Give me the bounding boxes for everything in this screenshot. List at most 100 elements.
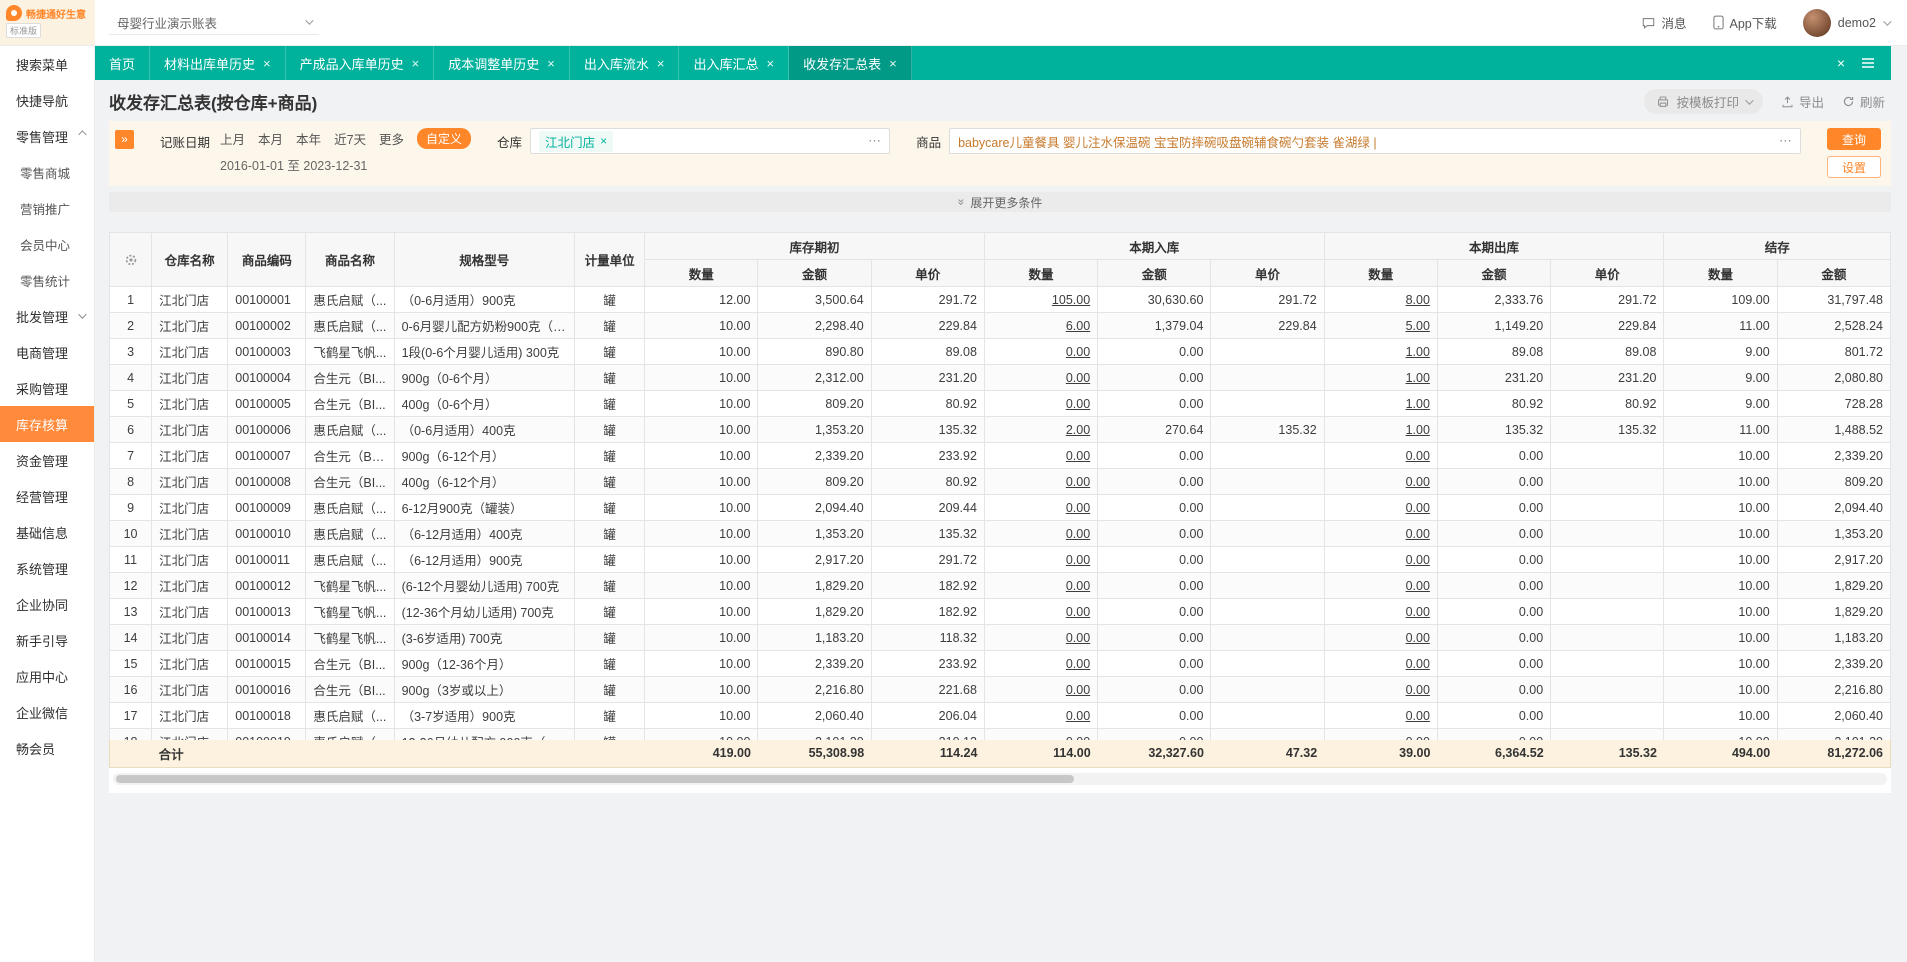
cell-in-qty[interactable]: 0.00	[983, 650, 1099, 677]
settings-button[interactable]: 设置	[1827, 156, 1881, 178]
tab[interactable]: 材料出库单历史 ×	[150, 46, 286, 80]
sidebar-item[interactable]: 零售商城	[0, 154, 94, 190]
tab-close-icon[interactable]: ×	[547, 57, 555, 70]
warehouse-more-icon[interactable]: ⋯	[868, 133, 881, 149]
tab-close-icon[interactable]: ×	[263, 57, 271, 70]
cell-out-qty[interactable]: 0.00	[1323, 442, 1438, 469]
cell-out-qty[interactable]: 0.00	[1323, 494, 1438, 521]
user-menu[interactable]: demo2	[1802, 8, 1892, 37]
date-range-link[interactable]: 上月	[220, 129, 245, 148]
date-range-link[interactable]: 本月	[258, 129, 283, 148]
tab-close-icon[interactable]: ×	[766, 57, 774, 70]
cell-in-qty[interactable]: 0.00	[983, 702, 1099, 729]
sidebar-item[interactable]: 营销推广	[0, 190, 94, 226]
col-header-unit[interactable]: 计量单位	[573, 232, 646, 287]
tab[interactable]: 出入库流水 ×	[570, 46, 680, 80]
tab[interactable]: 首页	[95, 46, 151, 80]
cell-out-qty[interactable]: 0.00	[1323, 598, 1438, 625]
export-button[interactable]: 导出	[1781, 92, 1824, 111]
sidebar-item[interactable]: 采购管理	[0, 370, 94, 406]
cell-out-qty[interactable]: 5.00	[1323, 312, 1438, 339]
col-header-out-amt[interactable]: 金额	[1436, 259, 1552, 287]
sidebar-item[interactable]: 经营管理	[0, 478, 94, 514]
cell-out-qty[interactable]: 0.00	[1323, 468, 1438, 495]
warehouse-filter-input[interactable]: 江北门店 × ⋯	[530, 128, 891, 154]
sidebar-item[interactable]: 资金管理	[0, 442, 94, 478]
cell-in-qty[interactable]: 2.00	[983, 416, 1099, 443]
tab[interactable]: 出入库汇总 ×	[679, 46, 790, 80]
sidebar-item[interactable]: 应用中心	[0, 658, 94, 694]
col-header-warehouse[interactable]: 仓库名称	[151, 232, 229, 287]
sidebar-item[interactable]: 零售统计	[0, 262, 94, 298]
horizontal-scrollbar[interactable]	[113, 772, 1887, 785]
sidebar-item[interactable]: 系统管理	[0, 550, 94, 586]
col-header-in-price[interactable]: 单价	[1210, 259, 1325, 287]
cell-in-qty[interactable]: 0.00	[983, 728, 1099, 740]
product-more-icon[interactable]: ⋯	[1779, 133, 1792, 149]
expand-more-conditions[interactable]: » 展开更多条件	[109, 192, 1891, 212]
custom-range-badge[interactable]: 自定义	[417, 128, 472, 149]
sidebar-item[interactable]: 电商管理	[0, 334, 94, 370]
sidebar-item[interactable]: 批发管理	[0, 298, 94, 334]
col-header-begin-qty[interactable]: 数量	[644, 259, 759, 287]
sidebar-item[interactable]: 畅会员	[0, 730, 94, 766]
cell-out-qty[interactable]: 0.00	[1323, 676, 1438, 703]
date-range-value[interactable]: 2016-01-01 至 2023-12-31	[220, 155, 471, 174]
sidebar-item[interactable]: 库存核算	[0, 406, 94, 442]
tab-close-icon[interactable]: ×	[657, 57, 665, 70]
tab[interactable]: 成本调整单历史 ×	[434, 46, 570, 80]
sidebar-item[interactable]: 新手引导	[0, 622, 94, 658]
col-header-spec[interactable]: 规格型号	[393, 232, 576, 287]
col-header-in-qty[interactable]: 数量	[983, 259, 1099, 287]
col-header-end-qty[interactable]: 数量	[1663, 259, 1778, 287]
col-header-in-amt[interactable]: 金额	[1097, 259, 1212, 287]
cell-in-qty[interactable]: 105.00	[983, 286, 1099, 313]
tab-close-icon[interactable]: ×	[412, 57, 420, 70]
print-by-template-button[interactable]: 按模板打印	[1644, 89, 1763, 114]
cell-out-qty[interactable]: 1.00	[1323, 390, 1438, 417]
remove-warehouse-tag-icon[interactable]: ×	[600, 134, 607, 148]
cell-out-qty[interactable]: 0.00	[1323, 572, 1438, 599]
cell-in-qty[interactable]: 0.00	[983, 520, 1099, 547]
col-header-end-amt[interactable]: 金额	[1776, 259, 1891, 287]
scrollbar-thumb[interactable]	[116, 774, 1074, 783]
cell-in-qty[interactable]: 0.00	[983, 494, 1099, 521]
cell-out-qty[interactable]: 1.00	[1323, 364, 1438, 391]
query-button[interactable]: 查询	[1827, 128, 1881, 150]
cell-in-qty[interactable]: 0.00	[983, 572, 1099, 599]
column-settings-icon[interactable]	[124, 253, 138, 267]
sidebar-item[interactable]: 搜索菜单	[0, 46, 94, 82]
tab[interactable]: 产成品入库单历史 ×	[286, 46, 435, 80]
refresh-button[interactable]: 刷新	[1842, 92, 1885, 111]
cell-out-qty[interactable]: 0.00	[1323, 702, 1438, 729]
collapse-filter-button[interactable]: »	[115, 130, 134, 149]
sidebar-item[interactable]: 会员中心	[0, 226, 94, 262]
col-header-out-qty[interactable]: 数量	[1323, 259, 1438, 287]
cell-in-qty[interactable]: 0.00	[983, 442, 1099, 469]
cell-out-qty[interactable]: 0.00	[1323, 624, 1438, 651]
date-range-link[interactable]: 更多	[379, 129, 404, 148]
brand[interactable]: 畅捷通好生意 标准版	[0, 0, 95, 45]
table-scroll-area[interactable]: 仓库名称 商品编码 商品名称 规格型号 计量单位 库存期初 本期入库 本期出库 …	[109, 232, 1891, 740]
cell-in-qty[interactable]: 0.00	[983, 364, 1099, 391]
col-header-name[interactable]: 商品名称	[305, 232, 395, 287]
tab-list-icon[interactable]	[1861, 57, 1875, 69]
cell-out-qty[interactable]: 0.00	[1323, 728, 1438, 740]
messages-button[interactable]: 消息	[1641, 13, 1687, 32]
sidebar-item[interactable]: 基础信息	[0, 514, 94, 550]
col-header-begin-price[interactable]: 单价	[870, 259, 985, 287]
cell-in-qty[interactable]: 0.00	[983, 598, 1099, 625]
sidebar-item[interactable]: 企业微信	[0, 694, 94, 730]
sidebar-item[interactable]: 快捷导航	[0, 82, 94, 118]
cell-out-qty[interactable]: 1.00	[1323, 416, 1438, 443]
cell-out-qty[interactable]: 8.00	[1323, 286, 1438, 313]
cell-in-qty[interactable]: 0.00	[983, 546, 1099, 573]
cell-in-qty[interactable]: 0.00	[983, 468, 1099, 495]
col-header-begin-amt[interactable]: 金额	[757, 259, 872, 287]
account-select[interactable]: 母婴行业演示账表	[109, 10, 319, 35]
tab[interactable]: 收发存汇总表 ×	[789, 46, 912, 80]
sidebar-item[interactable]: 零售管理	[0, 118, 94, 154]
date-range-link[interactable]: 本年	[296, 129, 321, 148]
col-header-code[interactable]: 商品编码	[227, 232, 307, 287]
product-filter-input[interactable]: babycare儿童餐具 婴儿注水保温碗 宝宝防摔碗吸盘碗辅食碗勺套装 雀湖绿 …	[949, 128, 1801, 154]
